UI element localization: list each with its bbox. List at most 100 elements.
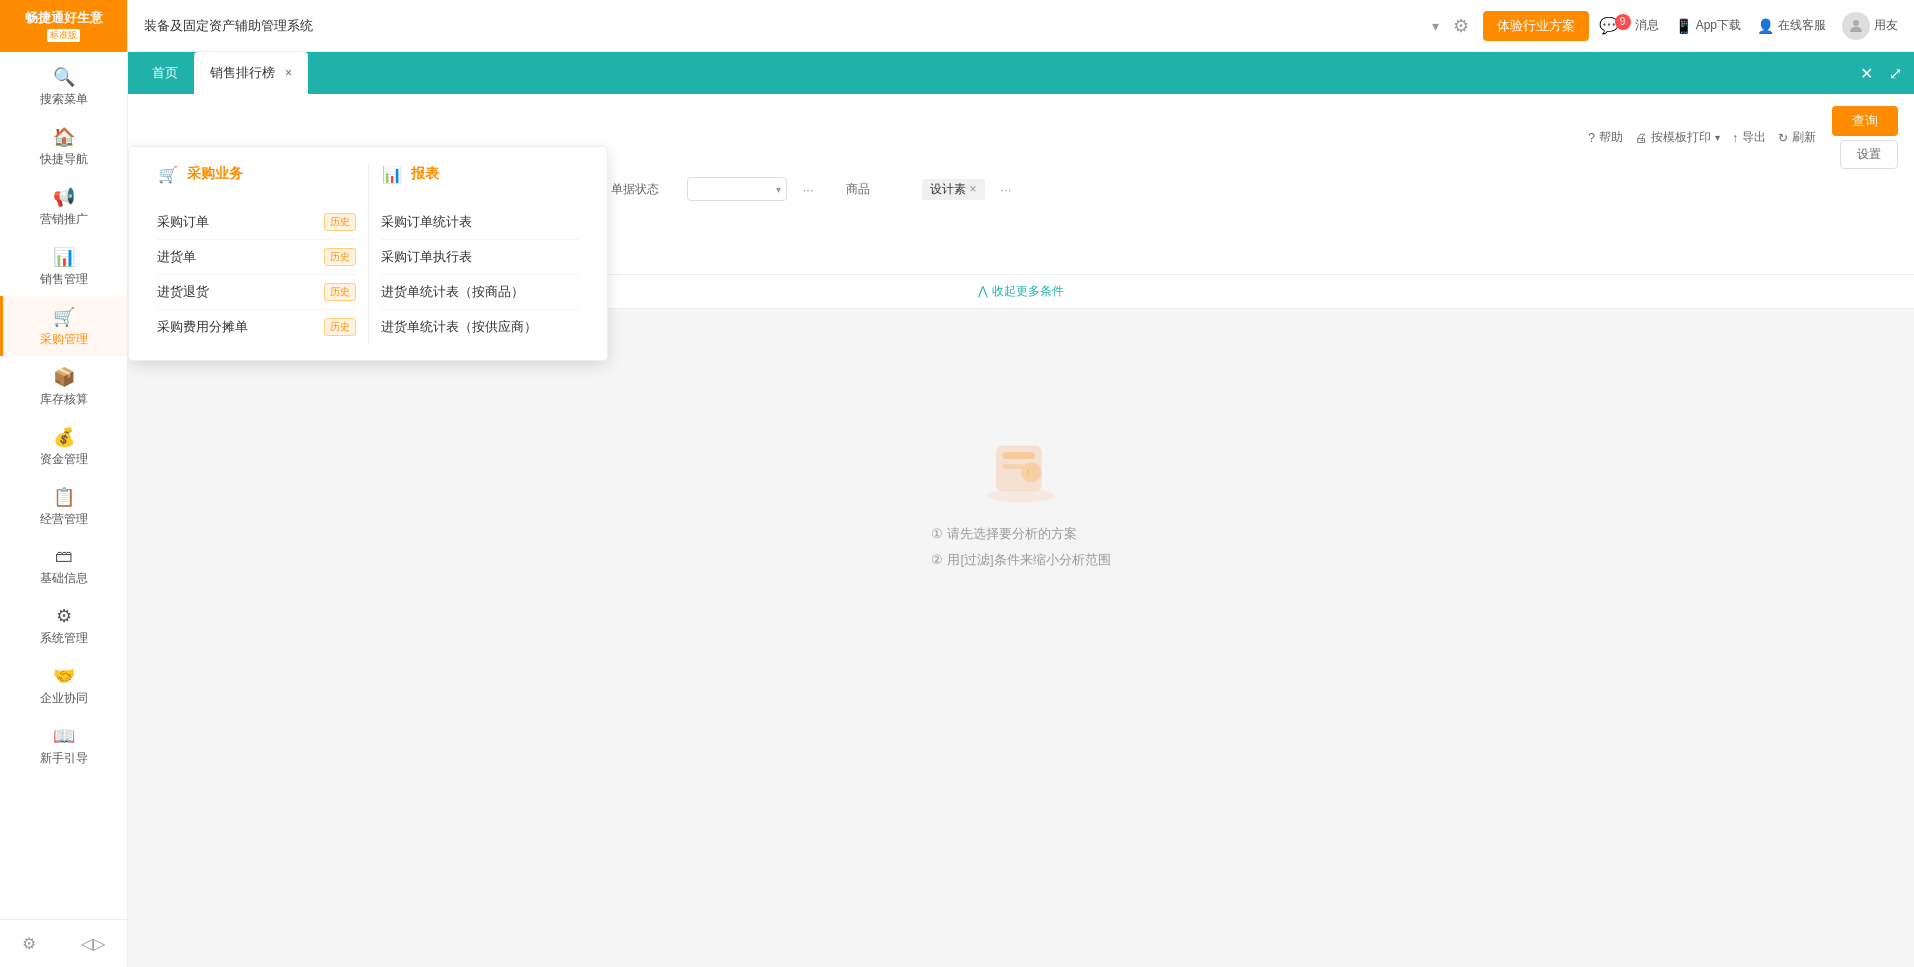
sidebar-item-marketing[interactable]: 📢 营销推广 <box>0 176 127 236</box>
tabbar-actions: ✕ ⤢ <box>1856 62 1906 85</box>
incoming-history[interactable]: 历史 <box>324 248 356 266</box>
print-btn[interactable]: 🖨 按模板打印 ▾ <box>1635 129 1720 146</box>
print-label: 按模板打印 <box>1651 129 1711 146</box>
dropdown-item-order-exec[interactable]: 采购订单执行表 <box>381 240 580 275</box>
app-download-label: App下载 <box>1696 17 1741 34</box>
app-download-icon: 📱 <box>1675 18 1692 34</box>
svg-text:!: ! <box>1027 466 1030 479</box>
enterprise-label: 企业协同 <box>40 690 88 707</box>
tabbar-expand-btn[interactable]: ⤢ <box>1885 62 1906 85</box>
dropdown-item-expense-label: 采购费用分摊单 <box>157 318 248 336</box>
svg-point-5 <box>1021 462 1041 482</box>
sales-icon: 📊 <box>53 246 75 268</box>
purchase-col-title: 采购业务 <box>187 165 243 183</box>
sidebar-collapse-btn[interactable]: ◁▷ <box>73 930 113 957</box>
empty-illustration: ! <box>971 429 1071 509</box>
goods-label: 商品 <box>846 181 906 198</box>
expense-history[interactable]: 历史 <box>324 318 356 336</box>
report-col-header: 📊 报表 <box>381 163 580 193</box>
refresh-label: 刷新 <box>1792 129 1816 146</box>
tabbar-close-btn[interactable]: ✕ <box>1856 62 1877 85</box>
export-btn[interactable]: ↑ 导出 <box>1732 129 1766 146</box>
return-history[interactable]: 历史 <box>324 283 356 301</box>
marketing-icon: 📢 <box>53 186 75 208</box>
voucher-status-label: 单据状态 <box>611 181 671 198</box>
dropdown-item-incoming-by-goods[interactable]: 进货单统计表（按商品） <box>381 275 580 310</box>
tab-home-label: 首页 <box>152 64 178 82</box>
capital-icon: 💰 <box>53 426 75 448</box>
inventory-label: 库存核算 <box>40 391 88 408</box>
app-download-item[interactable]: 📱 App下载 <box>1675 17 1741 34</box>
online-service-label: 在线客服 <box>1778 17 1826 34</box>
collapse-label: ⋀ 收起更多条件 <box>978 283 1063 300</box>
sidebar-item-guide[interactable]: 📖 新手引导 <box>0 715 127 775</box>
sidebar-bottom: ⚙ ◁▷ <box>0 919 127 967</box>
content-area: ? 帮助 🖨 按模板打印 ▾ ↑ 导出 ↻ 刷新 <box>128 94 1914 967</box>
system-icon: ⚙ <box>56 605 72 627</box>
basic-info-icon: 🗃 <box>55 546 73 567</box>
search-label: 搜索菜单 <box>40 91 88 108</box>
tab-close-btn[interactable]: × <box>285 66 292 80</box>
tab-sales-ranking[interactable]: 销售排行榜 × <box>194 52 308 94</box>
sidebar-settings-btn[interactable]: ⚙ <box>14 930 44 957</box>
sidebar-item-quick-nav[interactable]: 🏠 快捷导航 <box>0 116 127 176</box>
sidebar-item-operations[interactable]: 📋 经营管理 <box>0 476 127 536</box>
purchase-col: 🛒 采购业务 采购订单 历史 进货单 历史 进货退货 历史 <box>145 163 369 344</box>
dropdown-item-order-stats[interactable]: 采购订单统计表 <box>381 205 580 240</box>
voucher-status-more[interactable]: ··· <box>803 182 814 197</box>
tab-home[interactable]: 首页 <box>136 52 194 94</box>
print-dropdown-icon[interactable]: ▾ <box>1715 132 1720 143</box>
action-btn-group: 查询 设置 <box>1832 106 1898 169</box>
goods-more[interactable]: ··· <box>1001 182 1012 197</box>
sidebar-item-capital[interactable]: 💰 资金管理 <box>0 416 127 476</box>
sidebar-item-search[interactable]: 🔍 搜索菜单 <box>0 56 127 116</box>
marketing-label: 营销推广 <box>40 211 88 228</box>
sidebar-item-basic-info[interactable]: 🗃 基础信息 <box>0 536 127 595</box>
refresh-icon: ↻ <box>1778 131 1788 145</box>
svg-point-0 <box>1853 20 1859 26</box>
refresh-btn[interactable]: ↻ 刷新 <box>1778 129 1816 146</box>
sidebar-item-sales[interactable]: 📊 销售管理 <box>0 236 127 296</box>
notification-count: 9 <box>1615 14 1631 30</box>
guide-label: 新手引导 <box>40 750 88 767</box>
export-label: 导出 <box>1742 129 1766 146</box>
user-item[interactable]: 用友 <box>1842 12 1898 40</box>
user-label: 用友 <box>1874 17 1898 34</box>
purchase-order-history[interactable]: 历史 <box>324 213 356 231</box>
empty-tips: 请先选择要分析的方案 用[过滤]条件来缩小分析范围 <box>931 521 1110 573</box>
notification-item[interactable]: 💬 9 消息 <box>1599 16 1659 35</box>
sidebar-item-inventory[interactable]: 📦 库存核算 <box>0 356 127 416</box>
empty-tip-2: 用[过滤]条件来缩小分析范围 <box>931 547 1110 573</box>
voucher-status-select[interactable] <box>687 177 787 201</box>
topbar-dropdown-icon[interactable]: ▾ <box>1432 18 1439 34</box>
dropdown-item-return[interactable]: 进货退货 历史 <box>157 275 356 310</box>
operations-icon: 📋 <box>53 486 75 508</box>
query-btn[interactable]: 查询 <box>1832 106 1898 136</box>
dropdown-item-incoming-by-supplier-label: 进货单统计表（按供应商） <box>381 318 537 336</box>
dropdown-item-incoming[interactable]: 进货单 历史 <box>157 240 356 275</box>
goods-tag-text: 设计素 <box>930 181 966 198</box>
sidebar-item-system[interactable]: ⚙ 系统管理 <box>0 595 127 655</box>
dropdown-item-incoming-by-supplier[interactable]: 进货单统计表（按供应商） <box>381 310 580 344</box>
topbar-settings-icon[interactable]: ⚙ <box>1449 11 1473 41</box>
system-title: 装备及固定资产辅助管理系统 <box>144 17 1422 35</box>
voucher-status-select-wrap <box>687 177 787 201</box>
online-service-item[interactable]: 👤 在线客服 <box>1757 17 1826 34</box>
tabbar: 首页 销售排行榜 × ✕ ⤢ <box>128 52 1914 94</box>
sidebar-item-enterprise[interactable]: 🤝 企业协同 <box>0 655 127 715</box>
dropdown-item-return-label: 进货退货 <box>157 283 209 301</box>
set-btn[interactable]: 设置 <box>1840 140 1898 169</box>
dropdown-item-incoming-by-goods-label: 进货单统计表（按商品） <box>381 283 524 301</box>
goods-tag-close[interactable]: × <box>970 182 977 196</box>
dropdown-item-purchase-order[interactable]: 采购订单 历史 <box>157 205 356 240</box>
export-icon: ↑ <box>1732 131 1738 145</box>
sidebar-item-purchase[interactable]: 🛒 采购管理 <box>0 296 127 356</box>
main-area: 装备及固定资产辅助管理系统 ▾ ⚙ 体验行业方案 💬 9 消息 📱 App下载 … <box>128 0 1914 967</box>
help-btn[interactable]: ? 帮助 <box>1588 129 1623 146</box>
goods-tag: 设计素 × <box>922 179 985 200</box>
dropdown-item-expense[interactable]: 采购费用分摊单 历史 <box>157 310 356 344</box>
purchase-icon: 🛒 <box>53 306 75 328</box>
inventory-icon: 📦 <box>53 366 75 388</box>
search-icon: 🔍 <box>53 66 75 88</box>
industry-btn[interactable]: 体验行业方案 <box>1483 11 1589 41</box>
